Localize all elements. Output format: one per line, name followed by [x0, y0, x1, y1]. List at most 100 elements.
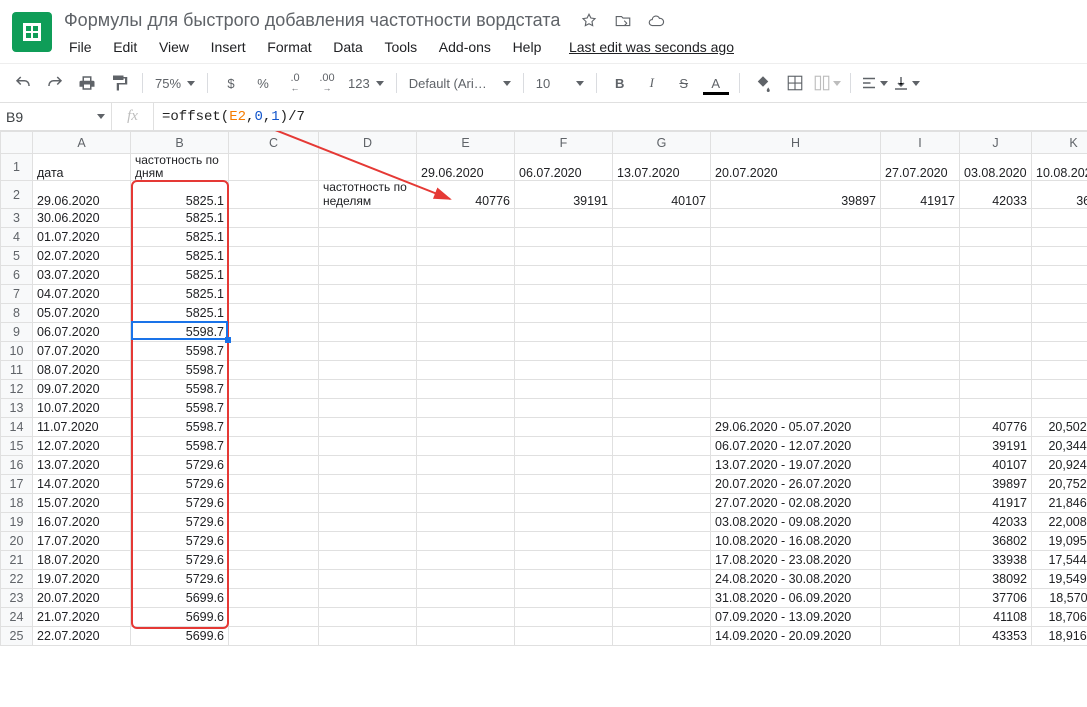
cell[interactable]: [417, 227, 515, 246]
cell[interactable]: 38092: [960, 569, 1032, 588]
col-header[interactable]: B: [131, 132, 229, 154]
cell[interactable]: [711, 398, 881, 417]
spreadsheet-grid[interactable]: A B C D E F G H I J K 1 дата частотность…: [0, 131, 1087, 646]
cell[interactable]: [960, 227, 1032, 246]
cell[interactable]: 43353: [960, 626, 1032, 645]
cell[interactable]: [613, 626, 711, 645]
cell[interactable]: [515, 474, 613, 493]
cell[interactable]: [319, 626, 417, 645]
cell[interactable]: 30.06.2020: [33, 208, 131, 227]
cell[interactable]: [881, 322, 960, 341]
cell[interactable]: 36802: [1032, 181, 1087, 208]
halign-button[interactable]: [859, 69, 889, 97]
cell[interactable]: 13.07.2020: [613, 154, 711, 181]
cell[interactable]: 17.08.2020 - 23.08.2020: [711, 550, 881, 569]
cell[interactable]: [229, 436, 319, 455]
cell[interactable]: [515, 341, 613, 360]
cell[interactable]: 03.08.2020: [960, 154, 1032, 181]
cell[interactable]: 15.07.2020: [33, 493, 131, 512]
row-header[interactable]: 7: [1, 284, 33, 303]
cell[interactable]: [319, 360, 417, 379]
cell[interactable]: [515, 493, 613, 512]
cell[interactable]: [881, 208, 960, 227]
cell[interactable]: 08.07.2020: [33, 360, 131, 379]
menu-tools[interactable]: Tools: [375, 35, 426, 59]
sheets-logo[interactable]: [12, 12, 52, 52]
cell[interactable]: [613, 265, 711, 284]
cell[interactable]: 5729.6: [131, 493, 229, 512]
cell[interactable]: 5699.6: [131, 626, 229, 645]
cell[interactable]: [960, 284, 1032, 303]
cell[interactable]: [613, 417, 711, 436]
menu-data[interactable]: Data: [324, 35, 372, 59]
cell[interactable]: 09.07.2020: [33, 379, 131, 398]
cell[interactable]: 40107: [960, 455, 1032, 474]
cell[interactable]: [881, 398, 960, 417]
cell[interactable]: [881, 360, 960, 379]
cell[interactable]: [229, 227, 319, 246]
cell[interactable]: [319, 322, 417, 341]
cell[interactable]: [515, 398, 613, 417]
row-header[interactable]: 17: [1, 474, 33, 493]
row-header[interactable]: 10: [1, 341, 33, 360]
row-header[interactable]: 1: [1, 154, 33, 181]
cell[interactable]: 10.07.2020: [33, 398, 131, 417]
cell[interactable]: [417, 322, 515, 341]
cell[interactable]: 39191: [515, 181, 613, 208]
menu-edit[interactable]: Edit: [104, 35, 146, 59]
cell[interactable]: [881, 284, 960, 303]
cell[interactable]: [881, 455, 960, 474]
cell[interactable]: 5598.7: [131, 398, 229, 417]
cell[interactable]: 20.07.2020: [33, 588, 131, 607]
cell[interactable]: [229, 379, 319, 398]
undo-button[interactable]: [8, 69, 38, 97]
cell[interactable]: 22.07.2020: [33, 626, 131, 645]
cell[interactable]: 5598.7: [131, 360, 229, 379]
active-cell-handle[interactable]: [225, 337, 231, 343]
cell[interactable]: 39897: [960, 474, 1032, 493]
cell[interactable]: 5598.7: [131, 417, 229, 436]
cell[interactable]: [417, 360, 515, 379]
cell[interactable]: [711, 360, 881, 379]
cell[interactable]: [1032, 398, 1087, 417]
cell[interactable]: 04.07.2020: [33, 284, 131, 303]
cell[interactable]: [229, 265, 319, 284]
cell[interactable]: [229, 303, 319, 322]
dec-decimals-button[interactable]: .0←: [280, 69, 310, 97]
cell[interactable]: [515, 531, 613, 550]
cell[interactable]: 21,846,406: [1032, 493, 1087, 512]
cell[interactable]: [613, 569, 711, 588]
cell[interactable]: [881, 569, 960, 588]
print-button[interactable]: [72, 69, 102, 97]
cell[interactable]: 41917: [881, 181, 960, 208]
cell[interactable]: 20,924,665: [1032, 455, 1087, 474]
cell[interactable]: [711, 208, 881, 227]
col-header[interactable]: H: [711, 132, 881, 154]
row-header[interactable]: 4: [1, 227, 33, 246]
cell[interactable]: [515, 322, 613, 341]
cell[interactable]: [613, 246, 711, 265]
menu-view[interactable]: View: [150, 35, 198, 59]
cell[interactable]: 29.06.2020 - 05.07.2020: [711, 417, 881, 436]
cell[interactable]: 19,095,884: [1032, 531, 1087, 550]
cell[interactable]: 42033: [960, 512, 1032, 531]
cell[interactable]: [515, 284, 613, 303]
name-box[interactable]: B9: [0, 103, 112, 130]
cell[interactable]: [229, 322, 319, 341]
cell[interactable]: [319, 379, 417, 398]
cell[interactable]: [881, 531, 960, 550]
cell[interactable]: [417, 341, 515, 360]
doc-title[interactable]: Формулы для быстрого добавления частотно…: [60, 8, 564, 33]
cell[interactable]: [1032, 284, 1087, 303]
row-header[interactable]: 6: [1, 265, 33, 284]
cell[interactable]: [613, 208, 711, 227]
cell[interactable]: 27.07.2020: [881, 154, 960, 181]
col-header[interactable]: J: [960, 132, 1032, 154]
cell[interactable]: 03.08.2020 - 09.08.2020: [711, 512, 881, 531]
col-header[interactable]: E: [417, 132, 515, 154]
cell[interactable]: 40776: [417, 181, 515, 208]
cell[interactable]: [515, 569, 613, 588]
cell[interactable]: 17.07.2020: [33, 531, 131, 550]
cell[interactable]: [711, 379, 881, 398]
cell[interactable]: [613, 588, 711, 607]
